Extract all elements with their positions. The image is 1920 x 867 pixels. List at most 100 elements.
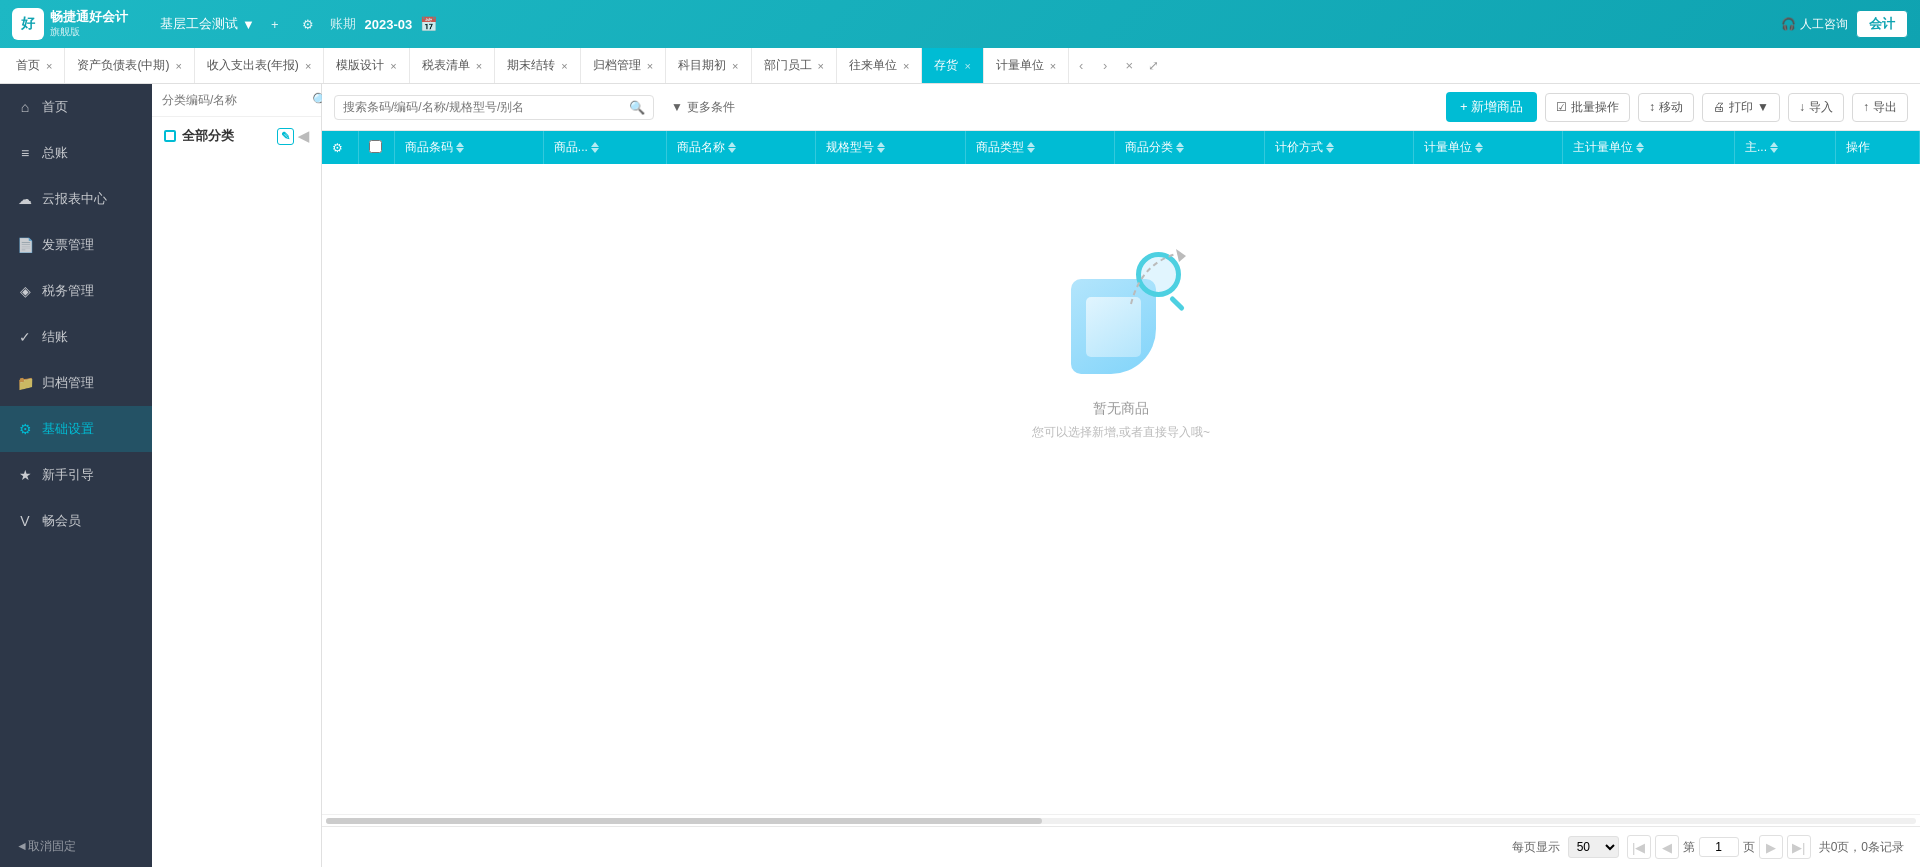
tab-close-homepage[interactable]: × <box>46 60 52 72</box>
sort-category-icon <box>1176 142 1184 153</box>
add-product-button[interactable]: + 新增商品 <box>1446 92 1537 122</box>
toolbar: 🔍 ▼ 更多条件 + 新增商品 ☑ 批量操作 <box>322 84 1920 131</box>
page-number-input[interactable] <box>1699 837 1739 857</box>
tab-subject[interactable]: 科目期初 × <box>666 48 751 84</box>
settings-icon: ⚙ <box>16 421 34 437</box>
move-button[interactable]: ↕ 移动 <box>1638 93 1694 122</box>
batch-operation-button[interactable]: ☑ 批量操作 <box>1545 93 1630 122</box>
edit-category-icon[interactable]: ✎ <box>277 128 294 145</box>
account-button[interactable]: 会计 <box>1856 10 1908 38</box>
product-table: ⚙ 商品条码 <box>322 131 1920 521</box>
calendar-icon[interactable]: 📅 <box>420 16 437 32</box>
tab-next-button[interactable]: › <box>1093 48 1117 84</box>
tab-close-tax[interactable]: × <box>476 60 482 72</box>
sidebar-item-tax[interactable]: ◈ 税务管理 <box>0 268 152 314</box>
th-action: 操作 <box>1835 131 1919 164</box>
last-page-button[interactable]: ▶| <box>1787 835 1811 859</box>
th-unit[interactable]: 计量单位 <box>1413 131 1562 164</box>
tab-inventory[interactable]: 存货 × <box>922 48 983 84</box>
tab-department[interactable]: 部门员工 × <box>752 48 837 84</box>
tab-contacts[interactable]: 往来单位 × <box>837 48 922 84</box>
tab-close-subject[interactable]: × <box>732 60 738 72</box>
per-page-select[interactable]: 50 100 200 <box>1568 836 1619 858</box>
sidebar-label-ledger: 总账 <box>42 144 68 162</box>
print-icon: 🖨 <box>1713 100 1725 114</box>
tab-period-close[interactable]: 期末结转 × <box>495 48 580 84</box>
sidebar-item-member[interactable]: V 畅会员 <box>0 498 152 544</box>
tab-close-unit[interactable]: × <box>1050 60 1056 72</box>
scrollbar-thumb[interactable] <box>326 818 1042 824</box>
add-tab-button[interactable]: + <box>263 13 287 36</box>
tab-balance-sheet[interactable]: 资产负债表(中期) × <box>65 48 194 84</box>
period-label: 账期 <box>330 15 356 33</box>
tab-close-inventory[interactable]: × <box>964 60 970 72</box>
th-price-method[interactable]: 计价方式 <box>1264 131 1413 164</box>
tab-close-period[interactable]: × <box>561 60 567 72</box>
sidebar-item-close[interactable]: ✓ 结账 <box>0 314 152 360</box>
settings-button[interactable]: ⚙ <box>294 13 322 36</box>
empty-state: 暂无商品 您可以选择新增,或者直接导入哦~ <box>322 164 1920 521</box>
filter-button[interactable]: ▼ 更多条件 <box>662 94 744 121</box>
tab-template[interactable]: 模版设计 × <box>324 48 409 84</box>
sidebar-item-ledger[interactable]: ≡ 总账 <box>0 130 152 176</box>
import-icon: ↓ <box>1799 100 1805 114</box>
th-main-unit[interactable]: 主计量单位 <box>1563 131 1735 164</box>
th-type[interactable]: 商品类型 <box>965 131 1114 164</box>
empty-illustration <box>1051 244 1191 384</box>
tab-close-income[interactable]: × <box>305 60 311 72</box>
category-search-input[interactable] <box>162 93 312 107</box>
tab-archive[interactable]: 归档管理 × <box>581 48 666 84</box>
tab-close-contacts[interactable]: × <box>903 60 909 72</box>
top-header: 好 畅捷通好会计 旗舰版 基层工会测试 ▼ + ⚙ 账期 2023-03 📅 🎧… <box>0 0 1920 48</box>
sidebar-item-archive[interactable]: 📁 归档管理 <box>0 360 152 406</box>
tab-close-balance[interactable]: × <box>175 60 181 72</box>
product-search-icon[interactable]: 🔍 <box>629 100 645 115</box>
collapse-panel-icon[interactable]: ◀ <box>298 128 309 145</box>
content-inner: 🔍 全部分类 ✎ ◀ <box>152 84 1920 867</box>
sidebar-item-cloud[interactable]: ☁ 云报表中心 <box>0 176 152 222</box>
tab-close-all-button[interactable]: × <box>1117 48 1141 84</box>
all-categories[interactable]: 全部分类 ✎ ◀ <box>152 117 321 155</box>
tab-unit[interactable]: 计量单位 × <box>984 48 1069 84</box>
th-checkbox[interactable] <box>358 131 394 164</box>
select-all-checkbox[interactable] <box>369 140 382 153</box>
tab-homepage[interactable]: 首页 × <box>4 48 65 84</box>
archive-icon: 📁 <box>16 375 34 391</box>
scrollbar-track <box>326 818 1916 824</box>
print-button[interactable]: 🖨 打印 ▼ <box>1702 93 1780 122</box>
prev-page-button[interactable]: ◀ <box>1655 835 1679 859</box>
invoice-icon: 📄 <box>16 237 34 253</box>
sidebar-item-guide[interactable]: ★ 新手引导 <box>0 452 152 498</box>
tab-close-archive[interactable]: × <box>647 60 653 72</box>
next-page-button[interactable]: ▶ <box>1759 835 1783 859</box>
period-value: 2023-03 <box>364 17 412 32</box>
tab-bar: 首页 × 资产负债表(中期) × 收入支出表(年报) × 模版设计 × 税表清单… <box>0 48 1920 84</box>
import-button[interactable]: ↓ 导入 <box>1788 93 1844 122</box>
tab-prev-button[interactable]: ‹ <box>1069 48 1093 84</box>
th-category[interactable]: 商品分类 <box>1115 131 1264 164</box>
th-name[interactable]: 商品名称 <box>667 131 816 164</box>
th-settings[interactable]: ⚙ <box>322 131 358 164</box>
service-button[interactable]: 🎧 人工咨询 <box>1781 16 1848 33</box>
th-barcode[interactable]: 商品条码 <box>394 131 543 164</box>
th-spec[interactable]: 规格型号 <box>816 131 965 164</box>
sort-name-icon <box>728 142 736 153</box>
tab-close-dept[interactable]: × <box>818 60 824 72</box>
horizontal-scrollbar[interactable] <box>322 814 1920 826</box>
first-page-button[interactable]: |◀ <box>1627 835 1651 859</box>
export-button[interactable]: ↑ 导出 <box>1852 93 1908 122</box>
tab-close-template[interactable]: × <box>390 60 396 72</box>
tab-expand-button[interactable]: ⤢ <box>1141 48 1165 84</box>
th-code[interactable]: 商品... <box>543 131 666 164</box>
sidebar-label-cloud: 云报表中心 <box>42 190 107 208</box>
product-search-input[interactable] <box>343 100 623 114</box>
sidebar-item-home[interactable]: ⌂ 首页 <box>0 84 152 130</box>
org-name[interactable]: 基层工会测试 ▼ <box>160 15 255 33</box>
th-extra[interactable]: 主... <box>1735 131 1836 164</box>
tab-tax-list[interactable]: 税表清单 × <box>410 48 495 84</box>
unpin-button[interactable]: ◄取消固定 <box>0 826 152 867</box>
sidebar-item-invoice[interactable]: 📄 发票管理 <box>0 222 152 268</box>
logo-text-block: 畅捷通好会计 旗舰版 <box>50 9 128 39</box>
tab-income[interactable]: 收入支出表(年报) × <box>195 48 324 84</box>
sidebar-item-settings[interactable]: ⚙ 基础设置 <box>0 406 152 452</box>
